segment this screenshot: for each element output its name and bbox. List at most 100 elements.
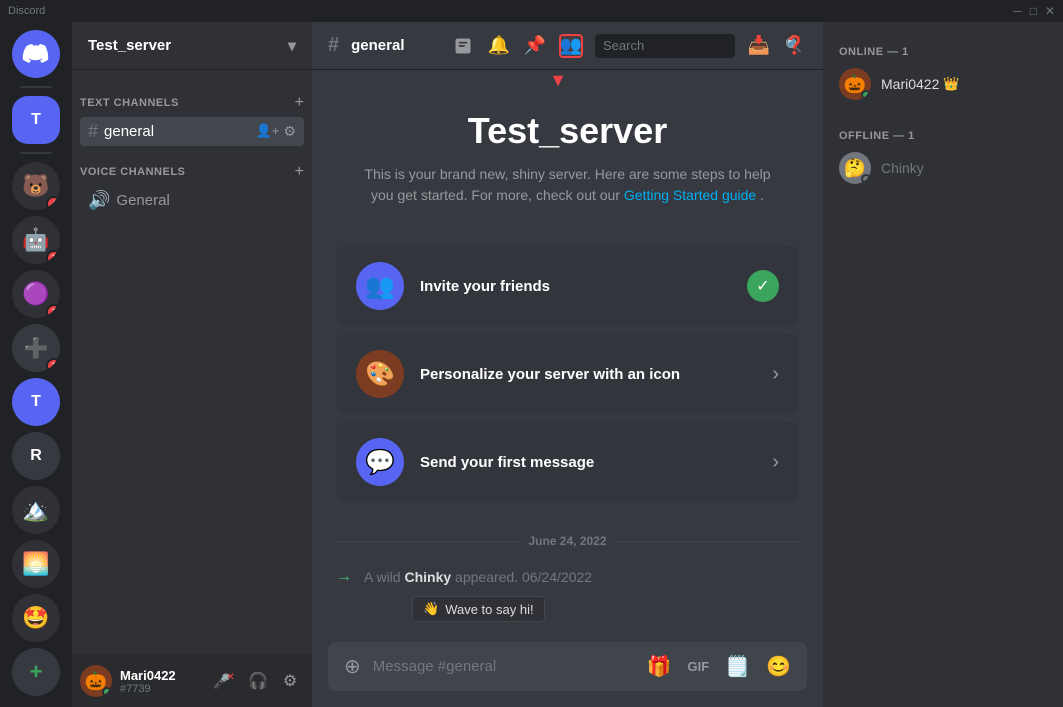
getting-started-link[interactable]: Getting Started guide	[624, 187, 756, 203]
server-icon-9[interactable]: 🌅	[12, 540, 60, 588]
date-separator-june24: June 24, 2022	[312, 518, 823, 564]
help-icon[interactable]: ❓	[783, 34, 807, 58]
threads-icon[interactable]	[451, 34, 475, 58]
main-content: # general 🔔 📌 👥 🔍 📥 ❓ ▼	[312, 22, 823, 707]
home-button[interactable]	[12, 30, 60, 78]
server-title-big: Test_server	[352, 110, 783, 152]
member-item-mario422[interactable]: 🎃 Mari0422 👑	[831, 62, 1055, 106]
gift-icon[interactable]: 🎁	[643, 642, 676, 691]
close-icon[interactable]: ✕	[1045, 4, 1055, 18]
inbox-icon[interactable]: 📥	[747, 34, 771, 58]
online-status	[861, 90, 871, 100]
member-name-chinky: Chinky	[881, 160, 924, 176]
invite-friends-label: Invite your friends	[420, 278, 731, 295]
server-icon-4[interactable]: 🟣 1	[12, 270, 60, 318]
offline-section-title: OFFLINE — 1	[831, 122, 1055, 146]
user-info: Mari0422 #7739	[120, 668, 204, 695]
gs-card-invite[interactable]: 👥 Invite your friends ✓	[336, 246, 799, 326]
channel-name-general-voice: General	[116, 192, 296, 209]
server-icon-test[interactable]: T	[12, 96, 60, 144]
title-bar: Discord ─ □ ✕	[0, 0, 1063, 22]
deafen-button[interactable]: 🎧	[244, 667, 272, 695]
invite-friends-icon: 👥	[356, 262, 404, 310]
channel-list: TEXT CHANNELS + # general 👤+ ⚙ VOICE CHA…	[72, 70, 312, 655]
message-input-area: ⊕ 🎁 GIF 🗒️ 😊	[312, 642, 823, 707]
server-icon-7[interactable]: R	[12, 432, 60, 480]
server-icon-8[interactable]: 🏔️	[12, 486, 60, 534]
settings-icon[interactable]: ⚙	[283, 123, 296, 140]
window-controls: ─ □ ✕	[1013, 4, 1055, 18]
text-channels-category: TEXT CHANNELS +	[72, 78, 312, 116]
emoji-button[interactable]: 😊	[762, 642, 795, 691]
current-user-tag: #7739	[120, 683, 204, 695]
server-name-header[interactable]: Test_server ▾	[72, 22, 312, 70]
server-divider	[20, 86, 52, 88]
text-channels-label: TEXT CHANNELS	[80, 97, 179, 109]
server-divider-2	[20, 152, 52, 154]
server-icon-5[interactable]: ➕ 1	[12, 324, 60, 372]
message-input[interactable]	[373, 647, 635, 686]
server-icon-6[interactable]: T	[12, 378, 60, 426]
add-channel-button[interactable]: +	[295, 94, 304, 112]
members-sidebar: ONLINE — 1 🎃 Mari0422 👑 OFFLINE — 1 🤔 Ch…	[823, 22, 1063, 707]
search-box[interactable]: 🔍	[595, 34, 735, 58]
server-badge-4: 1	[46, 304, 60, 318]
date-separator-june26: June 26, 2022	[312, 630, 823, 642]
channel-item-general-voice[interactable]: 🔊 General	[80, 186, 304, 215]
app-body: T 🐻 4 🤖 3 🟣 1 ➕ 1 T R 🏔️ 🌅	[0, 22, 1063, 707]
add-server-button[interactable]: +	[12, 648, 60, 696]
gif-button[interactable]: GIF	[684, 647, 714, 686]
minimize-icon[interactable]: ─	[1013, 4, 1022, 18]
system-arrow-icon: →	[336, 568, 352, 586]
member-item-chinky[interactable]: 🤔 Chinky	[831, 146, 1055, 190]
channel-header: # general 🔔 📌 👥 🔍 📥 ❓	[312, 22, 823, 70]
server-initial: T	[31, 111, 41, 129]
channel-item-general[interactable]: # general 👤+ ⚙	[80, 117, 304, 146]
channel-name-general: general	[104, 123, 250, 140]
add-voice-channel-button[interactable]: +	[295, 163, 304, 181]
member-avatar-chinky: 🤔	[839, 152, 871, 184]
wave-emoji-1: 👋	[423, 601, 439, 617]
maximize-icon[interactable]: □	[1030, 4, 1037, 18]
voice-channels-category: VOICE CHANNELS +	[72, 147, 312, 185]
hash-icon: #	[88, 121, 98, 142]
server-name: Test_server	[88, 37, 171, 54]
member-avatar-mario422: 🎃	[839, 68, 871, 100]
system-message-1: → A wild Chinky appeared. 06/24/2022	[312, 564, 823, 590]
user-controls: 🎤✕ 🎧 ⚙	[212, 667, 304, 695]
gs-card-first-message[interactable]: 💬 Send your first message ›	[336, 422, 799, 502]
welcome-description: This is your brand new, shiny server. He…	[352, 164, 783, 206]
first-message-label: Send your first message	[420, 454, 756, 471]
channel-actions: 👤+ ⚙	[256, 123, 296, 140]
online-section-title: ONLINE — 1	[831, 38, 1055, 62]
add-member-icon[interactable]: 👤+	[256, 123, 280, 140]
channel-hash-icon: #	[328, 34, 339, 57]
wave-button-1[interactable]: 👋 Wave to say hi!	[412, 596, 545, 622]
system-message-text-1: A wild Chinky appeared. 06/24/2022	[364, 569, 592, 585]
members-list-icon[interactable]: 👥	[559, 34, 583, 58]
speaker-icon: 🔊	[88, 190, 110, 211]
server-icon-3[interactable]: 🤖 3	[12, 216, 60, 264]
member-name-mario422: Mari0422 👑	[881, 76, 960, 92]
messages-area[interactable]: Test_server This is your brand new, shin…	[312, 70, 823, 642]
notifications-icon[interactable]: 🔔	[487, 34, 511, 58]
server-icon-2[interactable]: 🐻 4	[12, 162, 60, 210]
server-icon-10[interactable]: 🤩	[12, 594, 60, 642]
chevron-down-icon: ▾	[288, 36, 296, 56]
first-message-arrow-icon: ›	[772, 451, 779, 474]
gs-card-personalize[interactable]: 🎨 Personalize your server with an icon ›	[336, 334, 799, 414]
online-status-dot	[102, 687, 112, 697]
user-settings-button[interactable]: ⚙	[276, 667, 304, 695]
server-sidebar: T 🐻 4 🤖 3 🟣 1 ➕ 1 T R 🏔️ 🌅	[0, 22, 72, 707]
sticker-icon[interactable]: 🗒️	[721, 642, 754, 691]
current-user-name: Mari0422	[120, 668, 204, 683]
add-attachment-button[interactable]: ⊕	[340, 642, 365, 691]
user-area: 🎃 Mari0422 #7739 🎤✕ 🎧 ⚙	[72, 655, 312, 707]
first-message-icon: 💬	[356, 438, 404, 486]
pin-icon[interactable]: 📌	[523, 34, 547, 58]
server-badge-3: 3	[46, 250, 60, 264]
mute-button[interactable]: 🎤✕	[212, 667, 240, 695]
welcome-section: Test_server This is your brand new, shin…	[312, 86, 823, 230]
wave-button-1-container: 👋 Wave to say hi!	[312, 590, 823, 630]
voice-channels-label: VOICE CHANNELS	[80, 166, 185, 178]
